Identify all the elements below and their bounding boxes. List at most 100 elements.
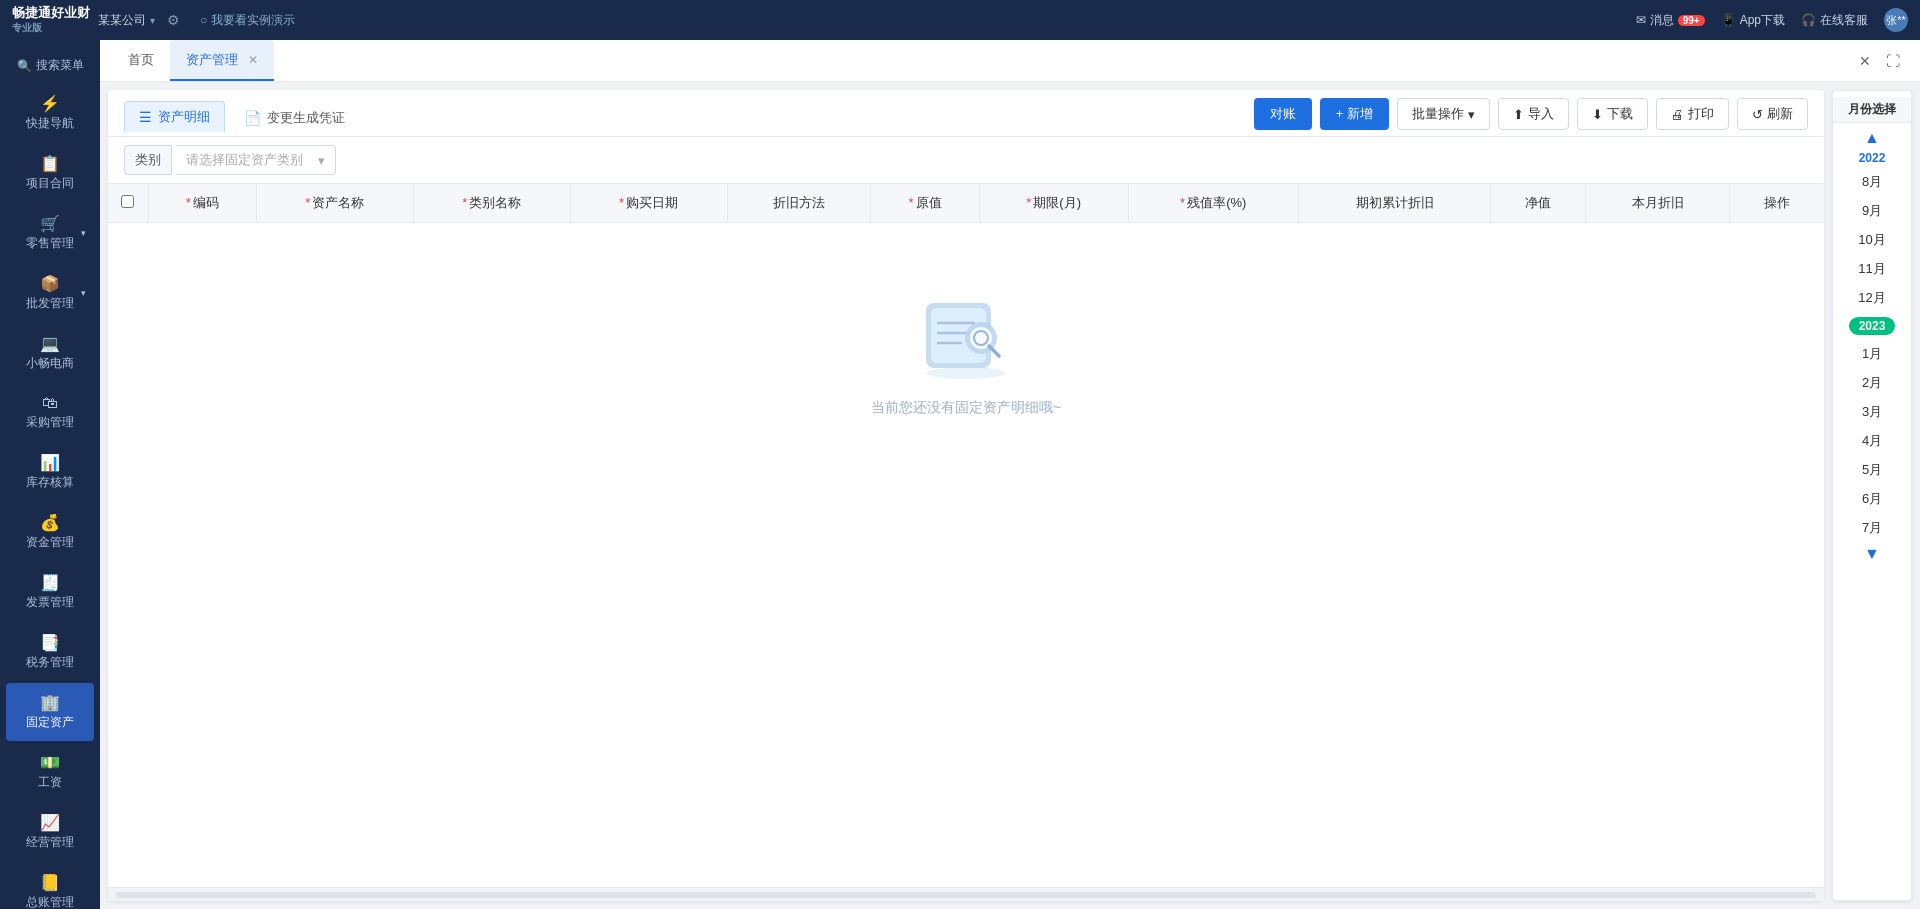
tab-asset-mgmt[interactable]: 资产管理 ✕: [170, 40, 274, 81]
app-sub: 专业版: [12, 21, 90, 35]
project-icon: 📋: [40, 154, 60, 173]
tax-icon: 📑: [40, 633, 60, 652]
sidebar-item-retail[interactable]: 🛒 零售管理: [6, 204, 94, 262]
sidebar-item-finance[interactable]: 💰 资金管理: [6, 503, 94, 561]
month-item-6[interactable]: 6月: [1839, 485, 1905, 513]
sidebar-item-fixed-assets[interactable]: 🏢 固定资产: [6, 683, 94, 741]
company-selector[interactable]: 某某公司 ▾: [98, 12, 155, 29]
finance-label: 资金管理: [26, 534, 74, 551]
col-depreciation-method: 折旧方法: [727, 184, 871, 223]
search-menu-label: 搜索菜单: [36, 57, 84, 74]
asset-detail-icon: ☰: [139, 109, 152, 125]
demo-link[interactable]: ○ 我要看实例演示: [200, 12, 295, 29]
wholesale-icon: 📦: [40, 274, 60, 293]
inventory-label: 库存核算: [26, 474, 74, 491]
month-item-2[interactable]: 2月: [1839, 369, 1905, 397]
page-content: ☰ 资产明细 📄 变更生成凭证 对账 + 新增 批量操作 ▾: [100, 82, 1920, 909]
maximize-panel-button[interactable]: ⛶: [1882, 50, 1904, 72]
month-item-1[interactable]: 1月: [1839, 340, 1905, 368]
sub-tabs: ☰ 资产明细 📄 变更生成凭证 对账 + 新增 批量操作 ▾: [108, 90, 1824, 137]
project-label: 项目合同: [26, 175, 74, 192]
sidebar-item-purchase[interactable]: 🛍 采购管理: [6, 384, 94, 441]
top-bar: 畅捷通好业财 专业版 某某公司 ▾ ⚙ ○ 我要看实例演示 ✉ 消息 99+ 📱…: [0, 0, 1920, 40]
batch-button[interactable]: 批量操作 ▾: [1397, 98, 1490, 130]
month-nav-up[interactable]: ▲: [1860, 129, 1884, 147]
refresh-button[interactable]: ↺ 刷新: [1737, 98, 1808, 130]
checkbox-all[interactable]: [121, 195, 134, 208]
invoice-icon: 🧾: [40, 573, 60, 592]
reconcile-button[interactable]: 对账: [1254, 98, 1312, 130]
add-button[interactable]: + 新增: [1320, 98, 1389, 130]
sidebar-item-operations[interactable]: 📈 经营管理: [6, 803, 94, 861]
category-select-box[interactable]: 请选择固定资产类别 ▾: [176, 145, 336, 175]
month-panel: 月份选择 ▲ 2022 8月 9月 10月 11月 12月 2023 1月 2月…: [1832, 90, 1912, 901]
sidebar-item-invoice[interactable]: 🧾 发票管理: [6, 563, 94, 621]
sub-tab-asset-detail[interactable]: ☰ 资产明细: [124, 101, 225, 133]
category-filter[interactable]: 类别 请选择固定资产类别 ▾: [124, 145, 336, 175]
print-label: 打印: [1688, 105, 1714, 123]
svg-point-0: [926, 367, 1006, 379]
import-label: 导入: [1528, 105, 1554, 123]
current-year-label: 2022: [1859, 149, 1886, 167]
month-item-3[interactable]: 3月: [1839, 398, 1905, 426]
month-item-12[interactable]: 12月: [1839, 284, 1905, 312]
retail-label: 零售管理: [26, 235, 74, 252]
fixed-assets-icon: 🏢: [40, 693, 60, 712]
bottom-scrollbar[interactable]: [108, 887, 1824, 901]
user-name: 张**: [1886, 13, 1906, 28]
scrollbar-track[interactable]: [116, 892, 1816, 898]
change-voucher-label: 变更生成凭证: [267, 109, 345, 127]
sidebar-item-salary[interactable]: 💵 工资: [6, 743, 94, 801]
sub-tab-change-voucher[interactable]: 📄 变更生成凭证: [229, 102, 360, 133]
ecommerce-icon: 💻: [40, 334, 60, 353]
col-residual-rate: *残值率(%): [1128, 184, 1298, 223]
search-menu[interactable]: 🔍 搜索菜单: [6, 49, 94, 82]
tab-home[interactable]: 首页: [112, 40, 170, 81]
month-list-2023: 1月 2月 3月 4月 5月 6月 7月: [1833, 339, 1911, 543]
online-service-button[interactable]: 🎧 在线客服: [1801, 12, 1868, 29]
month-item-5[interactable]: 5月: [1839, 456, 1905, 484]
message-button[interactable]: ✉ 消息 99+: [1636, 12, 1705, 29]
fixed-assets-label: 固定资产: [26, 714, 74, 731]
month-item-9[interactable]: 9月: [1839, 197, 1905, 225]
close-panel-button[interactable]: ✕: [1854, 50, 1876, 72]
asset-table: *编码 *资产名称 *类别名称 *购买日期 折旧方法 *原值 *期限(月) *残…: [108, 184, 1824, 477]
message-label: 消息: [1650, 12, 1674, 29]
import-button[interactable]: ⬆ 导入: [1498, 98, 1569, 130]
category-chevron-icon: ▾: [318, 153, 325, 168]
month-item-8[interactable]: 8月: [1839, 168, 1905, 196]
wholesale-label: 批发管理: [26, 295, 74, 312]
month-item-11[interactable]: 11月: [1839, 255, 1905, 283]
select-all-checkbox[interactable]: [108, 184, 148, 223]
chevron-down-icon: ▾: [150, 15, 155, 26]
sidebar-item-wholesale[interactable]: 📦 批发管理: [6, 264, 94, 322]
demo-label: 我要看实例演示: [211, 12, 295, 29]
sidebar-item-project[interactable]: 📋 项目合同: [6, 144, 94, 202]
table-header-row: *编码 *资产名称 *类别名称 *购买日期 折旧方法 *原值 *期限(月) *残…: [108, 184, 1824, 223]
print-button[interactable]: 🖨 打印: [1656, 98, 1729, 130]
col-monthly-dep: 本月折旧: [1586, 184, 1730, 223]
empty-message: 当前您还没有固定资产明细哦~: [871, 399, 1061, 417]
sidebar-item-quick-nav[interactable]: ⚡ 快捷导航: [6, 84, 94, 142]
user-avatar[interactable]: 张**: [1884, 8, 1908, 32]
sidebar-item-ledger[interactable]: 📒 总账管理: [6, 863, 94, 909]
sidebar-item-ecommerce[interactable]: 💻 小畅电商: [6, 324, 94, 382]
sidebar: 🔍 搜索菜单 ⚡ 快捷导航 📋 项目合同 🛒 零售管理 📦 批发管理 💻 小畅电…: [0, 40, 100, 909]
tab-asset-label: 资产管理: [186, 51, 238, 69]
quick-nav-label: 快捷导航: [26, 115, 74, 132]
sidebar-item-inventory[interactable]: 📊 库存核算: [6, 443, 94, 501]
tab-close-icon[interactable]: ✕: [248, 53, 258, 67]
sidebar-item-tax[interactable]: 📑 税务管理: [6, 623, 94, 681]
app-download-button[interactable]: 📱 App下载: [1721, 12, 1785, 29]
refresh-icon: ↺: [1752, 107, 1763, 122]
salary-icon: 💵: [40, 753, 60, 772]
col-original-value: *原值: [871, 184, 979, 223]
col-net-value: 净值: [1491, 184, 1586, 223]
settings-icon[interactable]: ⚙: [167, 12, 180, 28]
month-item-10[interactable]: 10月: [1839, 226, 1905, 254]
month-item-4[interactable]: 4月: [1839, 427, 1905, 455]
tab-home-label: 首页: [128, 51, 154, 69]
month-nav-down[interactable]: ▼: [1860, 545, 1884, 563]
download-button[interactable]: ⬇ 下载: [1577, 98, 1648, 130]
month-item-7[interactable]: 7月: [1839, 514, 1905, 542]
